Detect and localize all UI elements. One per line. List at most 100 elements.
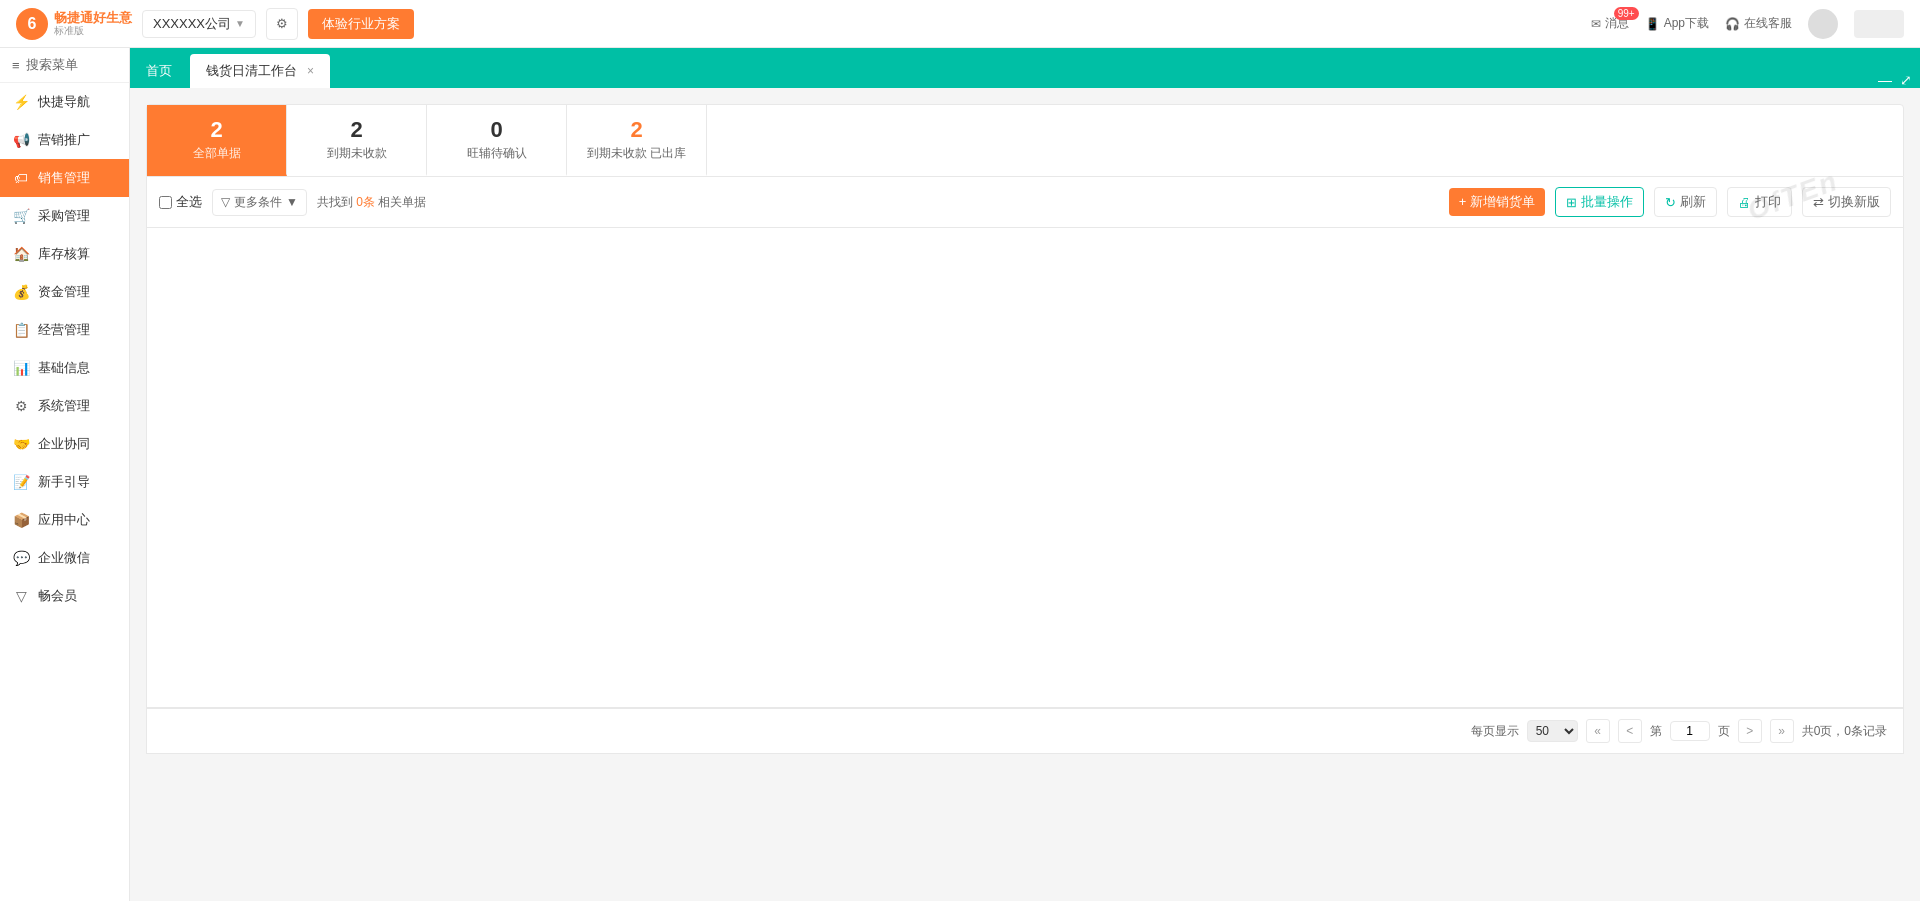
- first-page-button[interactable]: «: [1586, 719, 1610, 743]
- sidebar-item-wechat[interactable]: 💬 企业微信: [0, 539, 129, 577]
- company-selector[interactable]: XXXXXX公司 ▼: [142, 10, 256, 38]
- sidebar-item-cooperation[interactable]: 🤝 企业协同: [0, 425, 129, 463]
- avatar[interactable]: [1808, 9, 1838, 39]
- search-menu[interactable]: ≡ 搜索菜单: [0, 48, 129, 83]
- sidebar-item-marketing[interactable]: 📢 营销推广: [0, 121, 129, 159]
- print-button[interactable]: 🖨 打印: [1727, 187, 1792, 217]
- total-info: 共0页，0条记录: [1802, 723, 1887, 740]
- sidebar-item-finance[interactable]: 💰 资金管理: [0, 273, 129, 311]
- page-input[interactable]: [1670, 721, 1710, 741]
- stat-tab-all[interactable]: 2 全部单据: [147, 105, 287, 176]
- service-icon: 🎧: [1725, 17, 1740, 31]
- sidebar-item-purchase[interactable]: 🛒 采购管理: [0, 197, 129, 235]
- batch-label: 批量操作: [1581, 193, 1633, 211]
- crown-icon: ▽: [12, 587, 30, 605]
- table-area: [146, 228, 1904, 708]
- stat-label-outstock: 到期未收款 已出库: [583, 145, 690, 162]
- stat-count-wangwang: 0: [443, 117, 550, 143]
- sidebar-label-inventory: 库存核算: [38, 245, 90, 263]
- sidebar: ≡ 搜索菜单 ⚡ 快捷导航 📢 营销推广 🏷 销售管理 🛒 采购管理 🏠 库存核…: [0, 0, 130, 901]
- online-service-button[interactable]: 🎧 在线客服: [1725, 15, 1792, 32]
- switch-version-button[interactable]: ⇄ 切换新版: [1802, 187, 1891, 217]
- switch-label: 切换新版: [1828, 193, 1880, 211]
- sidebar-item-quick-nav[interactable]: ⚡ 快捷导航: [0, 83, 129, 121]
- logo-icon: 6: [16, 8, 48, 40]
- tab-cashflow[interactable]: 钱货日清工作台 ×: [190, 54, 330, 88]
- stats-tabs: 2 全部单据 2 到期未收款 0 旺辅待确认 2 到期未收款 已出库: [146, 104, 1904, 177]
- filter-button[interactable]: ▽ 更多条件 ▼: [212, 189, 307, 216]
- stat-label-wangwang: 旺辅待确认: [443, 145, 550, 162]
- message-badge: 99+: [1614, 7, 1639, 20]
- batch-operation-button[interactable]: ⊞ 批量操作: [1555, 187, 1644, 217]
- sidebar-label-finance: 资金管理: [38, 283, 90, 301]
- tab-bar: 首页 钱货日清工作台 × — ⤢: [130, 48, 1920, 88]
- phone-icon: 📱: [1645, 17, 1660, 31]
- refresh-label: 刷新: [1680, 193, 1706, 211]
- settings-button[interactable]: ⚙: [266, 8, 298, 40]
- search-icon: ≡: [12, 58, 20, 73]
- gear-icon: ⚙: [276, 16, 288, 31]
- refresh-icon: ↻: [1665, 195, 1676, 210]
- sidebar-label-app-center: 应用中心: [38, 511, 90, 529]
- filter-dropdown-icon: ▼: [286, 195, 298, 209]
- stat-tab-wangwang[interactable]: 0 旺辅待确认: [427, 105, 567, 176]
- cart-icon: 🛒: [12, 207, 30, 225]
- sidebar-label-marketing: 营销推广: [38, 131, 90, 149]
- select-all-checkbox[interactable]: 全选: [159, 193, 202, 211]
- chart-icon: 📊: [12, 359, 30, 377]
- sidebar-item-operation[interactable]: 📋 经营管理: [0, 311, 129, 349]
- trial-button[interactable]: 体验行业方案: [308, 9, 414, 39]
- sidebar-item-app-center[interactable]: 📦 应用中心: [0, 501, 129, 539]
- logo-text: 畅捷通好生意 标准版: [54, 10, 132, 38]
- prev-page-button[interactable]: <: [1618, 719, 1642, 743]
- message-button[interactable]: ✉ 消息 99+: [1591, 15, 1629, 32]
- refresh-button[interactable]: ↻ 刷新: [1654, 187, 1717, 217]
- stat-tab-outstock[interactable]: 2 到期未收款 已出库: [567, 105, 707, 176]
- maximize-icon[interactable]: ⤢: [1900, 72, 1912, 88]
- clipboard-icon: 📋: [12, 321, 30, 339]
- sidebar-item-sales[interactable]: 🏷 销售管理: [0, 159, 129, 197]
- last-page-button[interactable]: »: [1770, 719, 1794, 743]
- stat-label-overdue: 到期未收款: [303, 145, 410, 162]
- batch-icon: ⊞: [1566, 195, 1577, 210]
- minimize-icon[interactable]: —: [1878, 72, 1892, 88]
- print-label: 打印: [1755, 193, 1781, 211]
- sidebar-label-guide: 新手引导: [38, 473, 90, 491]
- sidebar-item-basic-info[interactable]: 📊 基础信息: [0, 349, 129, 387]
- stat-tab-overdue[interactable]: 2 到期未收款: [287, 105, 427, 176]
- add-order-button[interactable]: + 新增销货单: [1449, 188, 1545, 216]
- toolbar-left: 全选 ▽ 更多条件 ▼ 共找到 0条 相关单据: [159, 189, 1437, 216]
- toolbar: 全选 ▽ 更多条件 ▼ 共找到 0条 相关单据 + 新增销货单 ⊞ 批量操作 ↻…: [146, 177, 1904, 228]
- handshake-icon: 🤝: [12, 435, 30, 453]
- tab-home-label: 首页: [146, 62, 172, 80]
- tab-close-icon[interactable]: ×: [307, 64, 314, 78]
- logo-area: 6 畅捷通好生意 标准版: [16, 8, 132, 40]
- message-icon: ✉: [1591, 17, 1601, 31]
- sidebar-label-basic-info: 基础信息: [38, 359, 90, 377]
- sidebar-item-inventory[interactable]: 🏠 库存核算: [0, 235, 129, 273]
- select-all-input[interactable]: [159, 196, 172, 209]
- found-suffix: 相关单据: [378, 195, 426, 209]
- page-prefix: 第: [1650, 723, 1662, 740]
- header-left: 6 畅捷通好生意 标准版 XXXXXX公司 ▼ ⚙ 体验行业方案: [16, 8, 414, 40]
- sidebar-item-member[interactable]: ▽ 畅会员: [0, 577, 129, 615]
- next-page-button[interactable]: >: [1738, 719, 1762, 743]
- page-suffix: 页: [1718, 723, 1730, 740]
- search-menu-label: 搜索菜单: [26, 56, 78, 74]
- sidebar-item-system[interactable]: ⚙ 系统管理: [0, 387, 129, 425]
- app-download-label: App下载: [1664, 15, 1709, 32]
- sidebar-label-sales: 销售管理: [38, 169, 90, 187]
- notebook-icon: 📝: [12, 473, 30, 491]
- money-icon: 💰: [12, 283, 30, 301]
- stat-count-outstock: 2: [583, 117, 690, 143]
- house-icon: 🏠: [12, 245, 30, 263]
- pagination: 每页显示 10 20 50 100 « < 第 页 > » 共0页，0条记录: [146, 708, 1904, 754]
- gear-sidebar-icon: ⚙: [12, 397, 30, 415]
- sidebar-item-guide[interactable]: 📝 新手引导: [0, 463, 129, 501]
- megaphone-icon: 📢: [12, 131, 30, 149]
- page-size-select[interactable]: 10 20 50 100: [1527, 720, 1578, 742]
- filter-label: 更多条件: [234, 194, 282, 211]
- app-download-button[interactable]: 📱 App下载: [1645, 15, 1709, 32]
- tab-home[interactable]: 首页: [130, 54, 188, 88]
- box-icon: 📦: [12, 511, 30, 529]
